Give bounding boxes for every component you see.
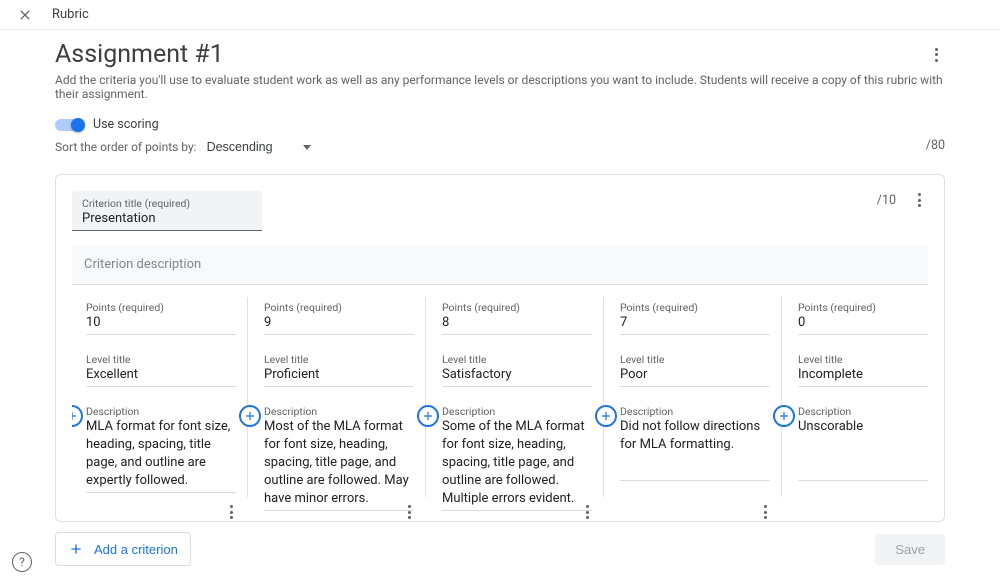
level-card: Points (required) 8 Level title Satisfac… <box>428 297 604 521</box>
level-card: Points (required) 9 Level title Proficie… <box>250 297 426 521</box>
criterion-title-input[interactable]: Criterion title (required) Presentation <box>72 191 262 231</box>
add-level-before-button[interactable] <box>417 405 439 427</box>
header-title: Rubric <box>52 7 89 22</box>
level-more-button[interactable] <box>400 503 418 521</box>
levels-scroller[interactable]: Points (required) 10 Level title Excelle… <box>72 297 928 521</box>
total-points: /80 <box>926 138 945 153</box>
level-description-input[interactable]: Description MLA format for font size, he… <box>86 401 236 493</box>
use-scoring-label: Use scoring <box>93 117 159 132</box>
plus-icon <box>68 541 84 557</box>
chevron-down-icon <box>303 145 311 150</box>
level-points-input[interactable]: Points (required) 0 <box>798 297 928 335</box>
level-title-input[interactable]: Level title Excellent <box>86 349 236 387</box>
close-icon[interactable] <box>16 6 34 24</box>
criterion-more-button[interactable] <box>910 191 928 209</box>
level-points-input[interactable]: Points (required) 7 <box>620 297 770 335</box>
level-card: Points (required) 7 Level title Poor Des… <box>606 297 782 521</box>
add-criterion-label: Add a criterion <box>94 542 178 557</box>
level-description-input[interactable]: Description Unscorable <box>798 401 928 481</box>
criterion-title-label: Criterion title (required) <box>82 197 252 210</box>
level-title-input[interactable]: Level title Poor <box>620 349 770 387</box>
level-points-input[interactable]: Points (required) 10 <box>86 297 236 335</box>
level-card: Points (required) 0 Level title Incomple… <box>784 297 928 521</box>
criterion-card: Criterion title (required) Presentation … <box>55 174 945 522</box>
level-more-button[interactable] <box>222 503 240 521</box>
top-bar: Rubric <box>0 0 1000 30</box>
level-description-input[interactable]: Description Some of the MLA format for f… <box>442 401 592 511</box>
page-more-button[interactable] <box>927 46 945 64</box>
add-criterion-button[interactable]: Add a criterion <box>55 532 191 566</box>
level-points-input[interactable]: Points (required) 9 <box>264 297 414 335</box>
add-level-before-button[interactable] <box>773 405 795 427</box>
sort-order-value: Descending <box>207 140 273 154</box>
level-description-input[interactable]: Description Did not follow directions fo… <box>620 401 770 481</box>
level-title-input[interactable]: Level title Proficient <box>264 349 414 387</box>
level-description-input[interactable]: Description Most of the MLA format for f… <box>264 401 414 511</box>
save-button[interactable]: Save <box>875 534 945 565</box>
use-scoring-toggle[interactable] <box>55 119 83 131</box>
page-description: Add the criteria you'll use to evaluate … <box>55 73 945 101</box>
page-title: Assignment #1 <box>55 40 927 69</box>
add-level-before-button[interactable] <box>239 405 261 427</box>
level-title-input[interactable]: Level title Satisfactory <box>442 349 592 387</box>
level-title-input[interactable]: Level title Incomplete <box>798 349 928 387</box>
sort-order-select[interactable]: Descending <box>207 138 311 156</box>
level-more-button[interactable] <box>756 503 774 521</box>
criterion-description-input[interactable]: Criterion description <box>72 245 928 285</box>
add-level-before-button[interactable] <box>72 405 83 427</box>
level-points-input[interactable]: Points (required) 8 <box>442 297 592 335</box>
level-card: Points (required) 10 Level title Excelle… <box>72 297 248 521</box>
criterion-title-value: Presentation <box>82 210 252 228</box>
add-level-before-button[interactable] <box>595 405 617 427</box>
sort-label: Sort the order of points by: <box>55 140 197 154</box>
criterion-points: /10 <box>877 193 896 208</box>
help-icon[interactable]: ? <box>12 552 32 572</box>
level-more-button[interactable] <box>578 503 596 521</box>
